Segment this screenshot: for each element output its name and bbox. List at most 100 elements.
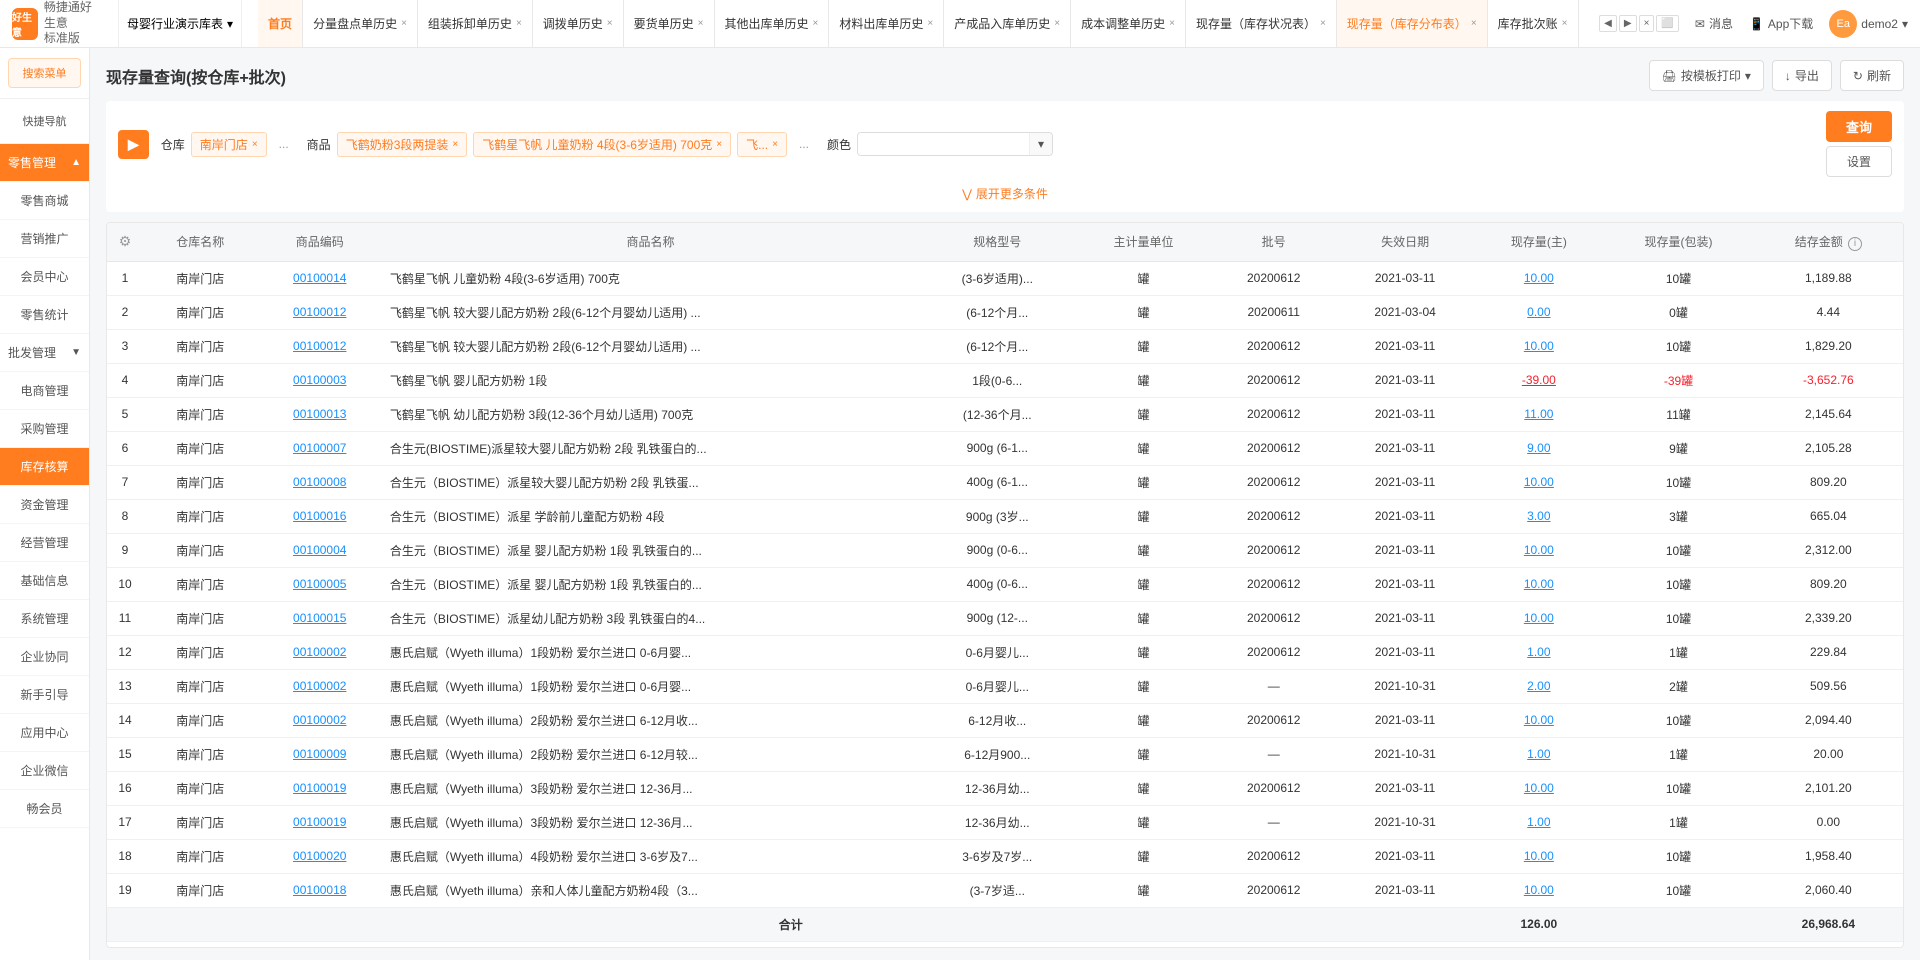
app-download-button[interactable]: 📱 App下载 xyxy=(1749,15,1813,32)
sidebar-item-finance-mgmt[interactable]: 资金管理 xyxy=(0,486,89,524)
header-tabs-container: 首页 分量盘点单历史 × 组装拆卸单历史 × 调拨单历史 × 要货单历史 × 其… xyxy=(258,0,1579,47)
filter-expand-more[interactable]: ⋁ 展开更多条件 xyxy=(118,185,1892,202)
sidebar-item-beginner-guide[interactable]: 新手引导 xyxy=(0,676,89,714)
row-warehouse: 南岸门店 xyxy=(143,601,258,635)
row-spec: 12-36月幼... xyxy=(919,805,1075,839)
row-batch: 20200612 xyxy=(1212,261,1336,295)
search-menu-button[interactable]: 搜索菜单 xyxy=(8,58,81,88)
workspace-selector[interactable]: 母婴行业演示库表 ▾ xyxy=(118,0,242,47)
tab-zuzhangchaijian[interactable]: 组装拆卸单历史 × xyxy=(418,0,533,47)
tab-prev-arrow[interactable]: ◀ xyxy=(1599,15,1617,32)
row-name: 合生元(BIOSTIME)派星较大婴儿配方奶粉 2段 乳铁蛋白的... xyxy=(382,431,919,465)
sidebar-item-retail-mgmt[interactable]: 零售管理 ▲ xyxy=(0,144,89,182)
row-qty-pkg: 10罐 xyxy=(1603,533,1753,567)
row-code: 00100004 xyxy=(258,533,382,567)
row-batch: 20200612 xyxy=(1212,533,1336,567)
tab-xiancunliangfb[interactable]: 现存量（库存分布表） × xyxy=(1337,0,1488,47)
sidebar-item-member-vip[interactable]: 畅会员 xyxy=(0,790,89,828)
row-amount: 1,829.20 xyxy=(1754,329,1903,363)
row-no: 11 xyxy=(107,601,143,635)
tab-close-arrow[interactable]: × xyxy=(1639,15,1655,32)
tab-qitachuku[interactable]: 其他出库单历史 × xyxy=(715,0,830,47)
remove-product-tag2[interactable]: × xyxy=(716,139,722,150)
close-icon[interactable]: × xyxy=(927,18,933,29)
sidebar-item-system-mgmt[interactable]: 系统管理 xyxy=(0,600,89,638)
tab-diaobodanls[interactable]: 调拨单历史 × xyxy=(533,0,624,47)
remove-product-more[interactable]: × xyxy=(772,139,778,150)
messages-button[interactable]: ✉ 消息 xyxy=(1695,15,1733,32)
close-icon[interactable]: × xyxy=(1562,18,1568,29)
tab-yaohuo[interactable]: 要货单历史 × xyxy=(624,0,715,47)
column-settings-icon[interactable]: ⚙ xyxy=(119,233,132,249)
table-footer-row: 合计 126.00 26,968.64 xyxy=(107,907,1903,941)
warehouse-more[interactable]: ... xyxy=(273,134,295,154)
sidebar-item-member-center[interactable]: 会员中心 xyxy=(0,258,89,296)
row-expire: 2021-03-11 xyxy=(1336,363,1475,397)
printer-icon: 🖨 xyxy=(1662,69,1677,83)
sidebar-item-retail-mall[interactable]: 零售商城 xyxy=(0,182,89,220)
tab-chengbentiaojian[interactable]: 成本调整单历史 × xyxy=(1071,0,1186,47)
tab-xiancunliangzk[interactable]: 现存量（库存状况表） × xyxy=(1186,0,1337,47)
tab-chanpinruku[interactable]: 产成品入库单历史 × xyxy=(944,0,1071,47)
refresh-button[interactable]: ↻ 刷新 xyxy=(1840,60,1904,91)
filter-expand-btn[interactable]: ▶ xyxy=(118,130,149,159)
remove-warehouse-tag[interactable]: × xyxy=(252,139,258,150)
close-icon[interactable]: × xyxy=(607,18,613,29)
export-button[interactable]: ↓ 导出 xyxy=(1772,60,1832,91)
sidebar-item-ecommerce-mgmt[interactable]: 电商管理 xyxy=(0,372,89,410)
sidebar-item-wholesale-mgmt[interactable]: 批发管理 ▼ xyxy=(0,334,89,372)
row-code: 00100012 xyxy=(258,329,382,363)
sidebar-item-retail-stats[interactable]: 零售统计 xyxy=(0,296,89,334)
row-qty-pkg: 10罐 xyxy=(1603,261,1753,295)
col-qty-main: 现存量(主) xyxy=(1474,223,1603,261)
row-warehouse: 南岸门店 xyxy=(143,295,258,329)
close-icon[interactable]: × xyxy=(1471,18,1477,29)
quick-nav-button[interactable]: 快捷导航 xyxy=(0,107,89,135)
row-unit: 罐 xyxy=(1075,703,1211,737)
sidebar-item-enterprise-collab[interactable]: 企业协同 xyxy=(0,638,89,676)
row-batch: 20200612 xyxy=(1212,329,1336,363)
row-batch: 20200612 xyxy=(1212,499,1336,533)
color-dropdown[interactable]: ▾ xyxy=(1029,133,1052,155)
tab-home[interactable]: 首页 xyxy=(258,0,303,47)
tab-kucunpici[interactable]: 库存批次账 × xyxy=(1488,0,1579,47)
color-input[interactable] xyxy=(858,133,1029,155)
row-qty-pkg: 11罐 xyxy=(1603,397,1753,431)
close-icon[interactable]: × xyxy=(401,18,407,29)
tab-fenliangpandian[interactable]: 分量盘点单历史 × xyxy=(303,0,418,47)
row-qty-main: 10.00 xyxy=(1474,703,1603,737)
row-warehouse: 南岸门店 xyxy=(143,465,258,499)
settings-button[interactable]: 设置 xyxy=(1826,146,1892,177)
sidebar-item-enterprise-wechat[interactable]: 企业微信 xyxy=(0,752,89,790)
close-icon[interactable]: × xyxy=(1054,18,1060,29)
row-name: 惠氏启赋（Wyeth illuma）2段奶粉 爱尔兰进口 6-12月收... xyxy=(382,703,919,737)
print-button[interactable]: 🖨 按模板打印 ▾ xyxy=(1649,60,1764,91)
page-title: 现存量查询(按仓库+批次) xyxy=(106,64,286,88)
search-button[interactable]: 查询 xyxy=(1826,111,1892,142)
user-menu[interactable]: Ea demo2 ▾ xyxy=(1829,10,1908,38)
row-code: 00100009 xyxy=(258,737,382,771)
close-icon[interactable]: × xyxy=(813,18,819,29)
filter-bar: ▶ 仓库 南岸门店 × ... xyxy=(106,101,1904,212)
row-no: 17 xyxy=(107,805,143,839)
tab-menu-arrow[interactable]: ⬜ xyxy=(1656,15,1678,32)
tab-next-arrow[interactable]: ▶ xyxy=(1619,15,1637,32)
remove-product-tag1[interactable]: × xyxy=(452,139,458,150)
tab-cailiaochuku[interactable]: 材料出库单历史 × xyxy=(829,0,944,47)
close-icon[interactable]: × xyxy=(1169,18,1175,29)
sidebar-item-purchase-mgmt[interactable]: 采购管理 xyxy=(0,410,89,448)
amount-info-icon[interactable]: i xyxy=(1848,237,1862,251)
sidebar-item-inventory-audit[interactable]: 库存核算 xyxy=(0,448,89,486)
table-row: 19 南岸门店 00100018 惠氏启赋（Wyeth illuma）亲和人体儿… xyxy=(107,873,1903,907)
sidebar-item-operations-mgmt[interactable]: 经营管理 xyxy=(0,524,89,562)
product-more[interactable]: ... xyxy=(793,134,815,154)
close-icon[interactable]: × xyxy=(698,18,704,29)
row-name: 飞鹤星飞帆 较大婴儿配方奶粉 2段(6-12个月婴幼儿适用) ... xyxy=(382,329,919,363)
sidebar-item-app-center[interactable]: 应用中心 xyxy=(0,714,89,752)
sidebar-item-marketing[interactable]: 营销推广 xyxy=(0,220,89,258)
row-code: 00100002 xyxy=(258,635,382,669)
sidebar-item-basic-info[interactable]: 基础信息 xyxy=(0,562,89,600)
close-icon[interactable]: × xyxy=(1320,18,1326,29)
close-icon[interactable]: × xyxy=(516,18,522,29)
row-expire: 2021-03-11 xyxy=(1336,431,1475,465)
